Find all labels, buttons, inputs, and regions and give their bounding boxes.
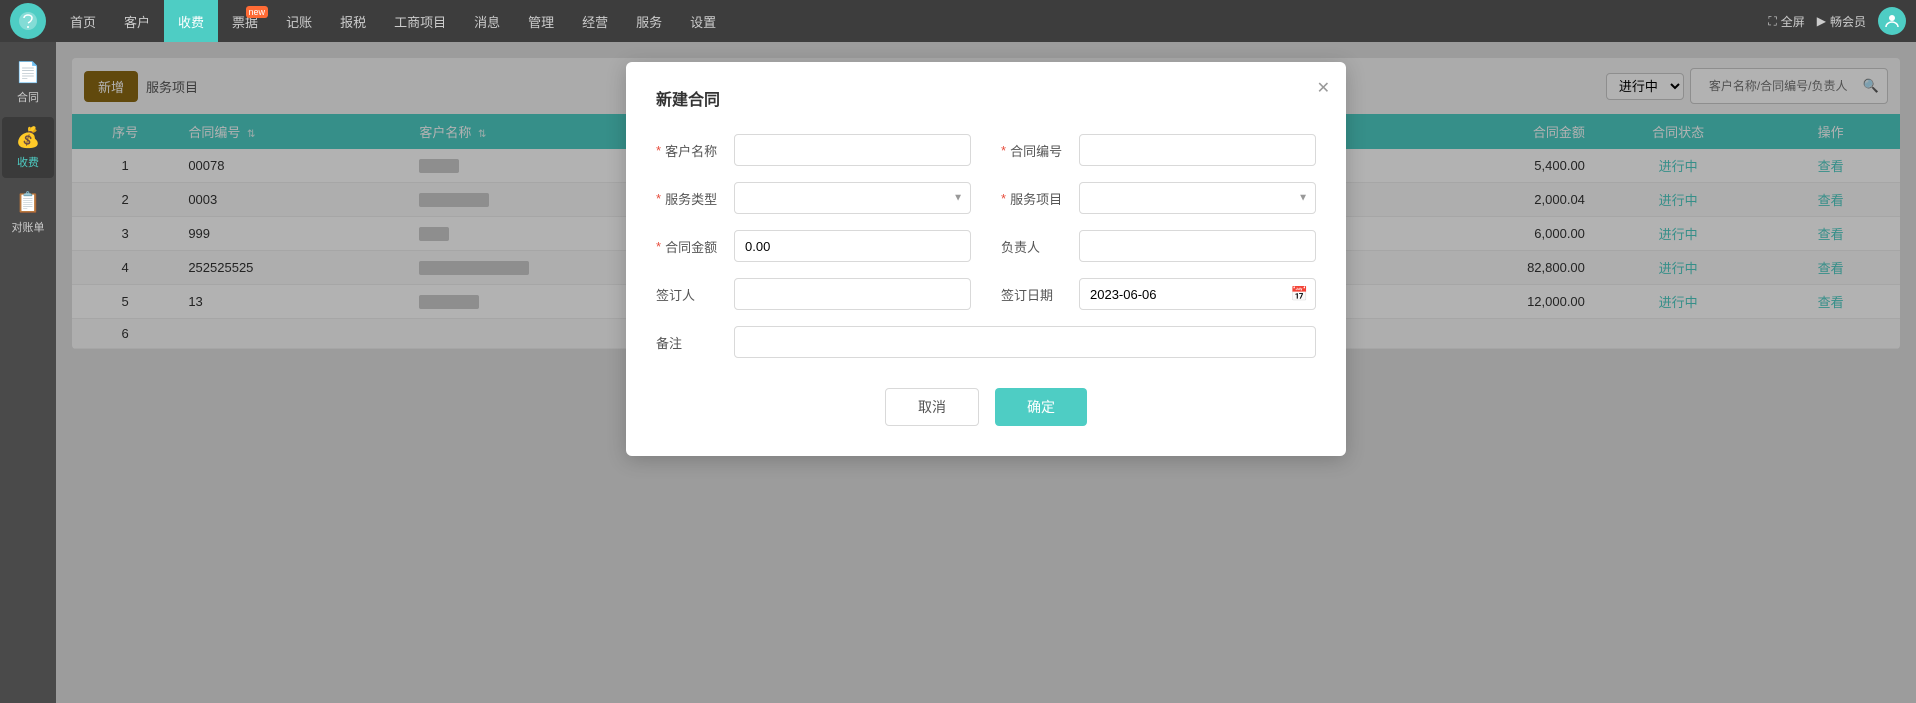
remark-input[interactable] bbox=[734, 326, 1316, 358]
main-layout: 📄 合同 💰 收费 📋 对账单 新增 服务项目 进行中 已完成 已终止 bbox=[0, 42, 1916, 703]
contract-icon: 📄 bbox=[16, 60, 41, 85]
new-badge: new bbox=[246, 6, 269, 18]
top-navigation: 首页 客户 收费 票据 new 记账 报税 工商项目 消息 管理 经营 服务 设… bbox=[0, 0, 1916, 42]
contract-no-input[interactable] bbox=[1079, 134, 1316, 166]
contract-no-label: * 合同编号 bbox=[1001, 141, 1071, 160]
sign-date-label: 签订日期 bbox=[1001, 285, 1071, 304]
form-row-contract-no: * 合同编号 bbox=[1001, 134, 1316, 166]
new-contract-modal: 新建合同 ✕ * 客户名称 bbox=[626, 62, 1346, 456]
form-row-responsible: 负责人 bbox=[1001, 230, 1316, 262]
nav-customer[interactable]: 客户 bbox=[110, 0, 164, 42]
nav-message[interactable]: 消息 bbox=[460, 0, 514, 42]
nav-settings[interactable]: 设置 bbox=[676, 0, 730, 42]
nav-business[interactable]: 工商项目 bbox=[380, 0, 460, 42]
responsible-label: 负责人 bbox=[1001, 237, 1071, 256]
billing-icon: 💰 bbox=[16, 125, 41, 150]
form-row-customer: * 客户名称 bbox=[656, 134, 971, 166]
nav-bookkeeping[interactable]: 记账 bbox=[272, 0, 326, 42]
nav-manage[interactable]: 管理 bbox=[514, 0, 568, 42]
service-type-label: * 服务类型 bbox=[656, 189, 726, 208]
responsible-input[interactable] bbox=[1079, 230, 1316, 262]
modal-close-button[interactable]: ✕ bbox=[1317, 78, 1330, 98]
nav-invoice[interactable]: 票据 new bbox=[218, 0, 272, 42]
sidebar-item-billing[interactable]: 💰 收费 bbox=[2, 117, 54, 178]
form-row-amount: * 合同金额 bbox=[656, 230, 971, 262]
sidebar: 📄 合同 💰 收费 📋 对账单 bbox=[0, 42, 56, 703]
sidebar-label-statement: 对账单 bbox=[12, 219, 45, 235]
form-row-signer: 签订人 bbox=[656, 278, 971, 310]
sidebar-label-billing: 收费 bbox=[17, 154, 39, 170]
sidebar-item-statement[interactable]: 📋 对账单 bbox=[2, 182, 54, 243]
member-button[interactable]: ▶ 畅会员 bbox=[1817, 13, 1866, 30]
modal-title: 新建合同 bbox=[656, 86, 1316, 110]
form-row-sign-date: 签订日期 📅 bbox=[1001, 278, 1316, 310]
form-row-remark: 备注 bbox=[656, 326, 1316, 358]
remark-label: 备注 bbox=[656, 333, 726, 352]
sidebar-label-contract: 合同 bbox=[17, 89, 39, 105]
service-item-label: * 服务项目 bbox=[1001, 189, 1071, 208]
form-grid: * 客户名称 * 合同编号 bbox=[656, 134, 1316, 358]
fullscreen-button[interactable]: ⛶ 全屏 bbox=[1768, 13, 1804, 30]
signer-label: 签订人 bbox=[656, 285, 726, 304]
nav-service[interactable]: 服务 bbox=[622, 0, 676, 42]
modal-overlay: 新建合同 ✕ * 客户名称 bbox=[56, 42, 1916, 703]
user-avatar[interactable] bbox=[1878, 7, 1906, 35]
nav-tax[interactable]: 报税 bbox=[326, 0, 380, 42]
form-row-service-item: * 服务项目 ▼ bbox=[1001, 182, 1316, 214]
main-content: 新增 服务项目 进行中 已完成 已终止 🔍 bbox=[56, 42, 1916, 703]
service-type-select[interactable] bbox=[734, 182, 971, 214]
customer-name-label: * 客户名称 bbox=[656, 141, 726, 160]
service-item-select[interactable] bbox=[1079, 182, 1316, 214]
sidebar-item-contract[interactable]: 📄 合同 bbox=[2, 52, 54, 113]
modal-footer: 取消 确定 bbox=[656, 388, 1316, 426]
fullscreen-icon: ⛶ bbox=[1768, 14, 1776, 29]
nav-items: 首页 客户 收费 票据 new 记账 报税 工商项目 消息 管理 经营 服务 设… bbox=[56, 0, 1768, 42]
nav-right-actions: ⛶ 全屏 ▶ 畅会员 bbox=[1768, 7, 1906, 35]
nav-home[interactable]: 首页 bbox=[56, 0, 110, 42]
sign-date-input[interactable] bbox=[1079, 278, 1316, 310]
amount-label: * 合同金额 bbox=[656, 237, 726, 256]
nav-operation[interactable]: 经营 bbox=[568, 0, 622, 42]
confirm-button[interactable]: 确定 bbox=[995, 388, 1087, 426]
customer-name-input[interactable] bbox=[734, 134, 971, 166]
app-logo bbox=[10, 3, 46, 39]
play-icon: ▶ bbox=[1817, 14, 1826, 28]
amount-input[interactable] bbox=[734, 230, 971, 262]
cancel-button[interactable]: 取消 bbox=[885, 388, 979, 426]
form-row-service-type: * 服务类型 ▼ bbox=[656, 182, 971, 214]
signer-input[interactable] bbox=[734, 278, 971, 310]
statement-icon: 📋 bbox=[16, 190, 41, 215]
nav-billing[interactable]: 收费 bbox=[164, 0, 218, 42]
